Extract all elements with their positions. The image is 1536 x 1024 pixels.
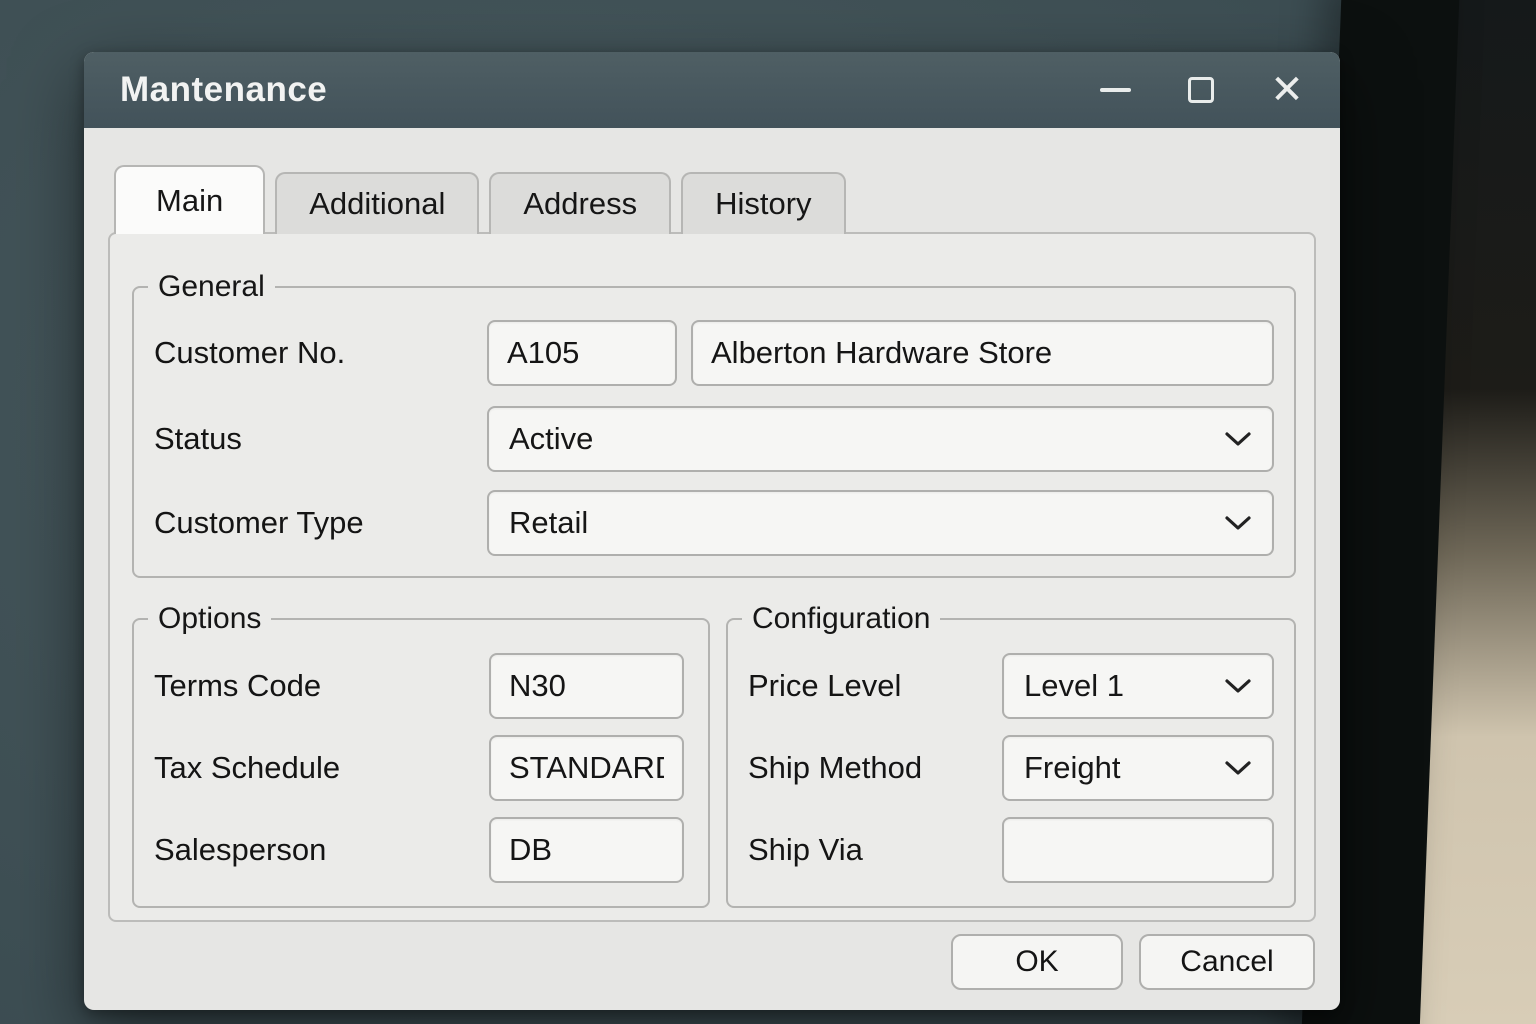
cancel-button[interactable]: Cancel <box>1139 934 1315 990</box>
status-row: Status Active <box>154 406 1274 472</box>
customer-type-value: Retail <box>509 505 589 540</box>
ship-via-input[interactable] <box>1002 817 1274 883</box>
ship-via-label: Ship Via <box>748 832 863 867</box>
chevron-down-icon <box>1225 679 1251 693</box>
price-level-value: Level 1 <box>1024 668 1124 703</box>
terms-code-input[interactable] <box>489 653 684 719</box>
terms-code-row: Terms Code <box>154 653 688 719</box>
customer-no-label: Customer No. <box>154 335 346 370</box>
ship-method-value: Freight <box>1024 750 1121 785</box>
minimize-icon <box>1099 88 1131 92</box>
general-groupbox: General Customer No. Status Active <box>132 267 1296 578</box>
status-value: Active <box>509 421 594 456</box>
tax-schedule-row: Tax Schedule <box>154 735 688 801</box>
maximize-button[interactable] <box>1178 67 1224 113</box>
window-controls: ✕ <box>1092 67 1310 113</box>
tab-main[interactable]: Main <box>114 165 266 234</box>
maintenance-window: Mantenance ✕ Main Additional Address His… <box>84 52 1340 1010</box>
chevron-down-icon <box>1225 432 1251 446</box>
maximize-icon <box>1188 77 1214 103</box>
price-level-label: Price Level <box>748 668 902 703</box>
options-legend: Options <box>148 599 272 638</box>
salesperson-input[interactable] <box>489 817 684 883</box>
salesperson-label: Salesperson <box>154 832 327 867</box>
close-button[interactable]: ✕ <box>1264 67 1310 113</box>
general-legend: General <box>148 267 275 306</box>
tab-bar: Main Additional Address History <box>114 165 846 234</box>
close-icon: ✕ <box>1270 68 1304 112</box>
desktop-background: Mantenance ✕ Main Additional Address His… <box>0 0 1536 1024</box>
ship-method-select[interactable]: Freight <box>1002 735 1274 801</box>
minimize-button[interactable] <box>1092 67 1138 113</box>
customer-name-input[interactable] <box>691 320 1274 386</box>
chevron-down-icon <box>1225 516 1251 530</box>
status-label: Status <box>154 421 242 456</box>
configuration-legend: Configuration <box>742 599 941 638</box>
customer-no-input[interactable] <box>487 320 677 386</box>
price-level-select[interactable]: Level 1 <box>1002 653 1274 719</box>
customer-type-select[interactable]: Retail <box>487 490 1274 556</box>
price-level-row: Price Level Level 1 <box>748 653 1274 719</box>
titlebar: Mantenance ✕ <box>84 52 1340 128</box>
tax-schedule-input[interactable] <box>489 735 684 801</box>
window-title: Mantenance <box>120 70 328 109</box>
customer-no-row: Customer No. <box>154 320 1274 386</box>
ship-via-row: Ship Via <box>748 817 1274 883</box>
status-select[interactable]: Active <box>487 406 1274 472</box>
ship-method-row: Ship Method Freight <box>748 735 1274 801</box>
tab-history[interactable]: History <box>681 172 846 234</box>
tab-additional[interactable]: Additional <box>275 172 480 234</box>
tax-schedule-label: Tax Schedule <box>154 750 341 785</box>
configuration-groupbox: Configuration Price Level Level 1 Ship M… <box>726 599 1296 908</box>
main-tab-panel: General Customer No. Status Active <box>108 232 1316 922</box>
customer-type-row: Customer Type Retail <box>154 490 1274 556</box>
options-groupbox: Options Terms Code Tax Schedule Salesper… <box>132 599 710 908</box>
ok-button[interactable]: OK <box>951 934 1123 990</box>
ship-method-label: Ship Method <box>748 750 923 785</box>
customer-type-label: Customer Type <box>154 505 364 540</box>
chevron-down-icon <box>1225 761 1251 775</box>
salesperson-row: Salesperson <box>154 817 688 883</box>
terms-code-label: Terms Code <box>154 668 322 703</box>
tab-address[interactable]: Address <box>489 172 672 234</box>
